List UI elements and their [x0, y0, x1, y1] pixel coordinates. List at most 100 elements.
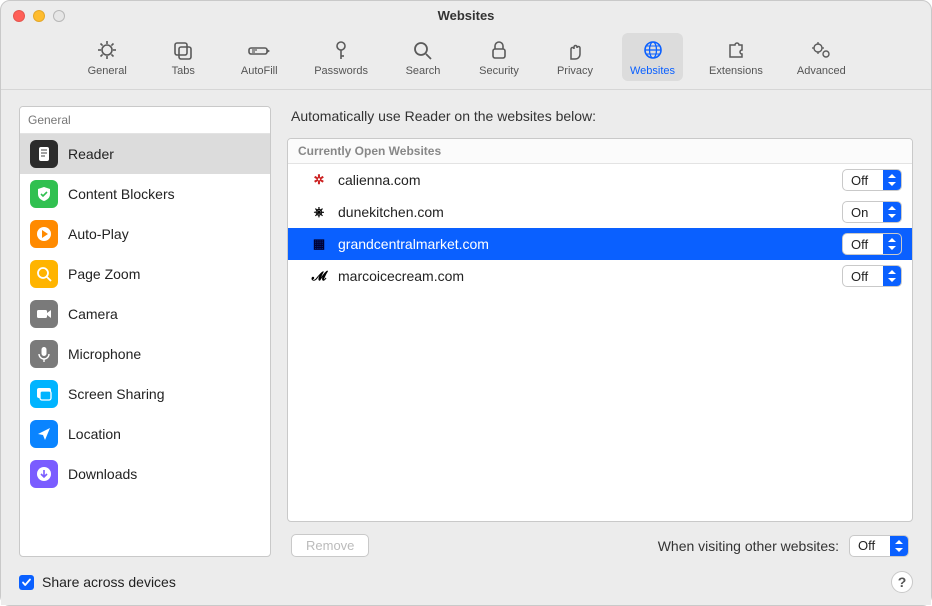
toolbar-websites-tab[interactable]: Websites — [622, 33, 683, 81]
toolbar-advanced-tab[interactable]: Advanced — [789, 33, 854, 81]
chevron-up-down-icon — [883, 170, 901, 190]
sidebar-item-location[interactable]: Location — [20, 414, 270, 454]
website-value: Off — [843, 173, 883, 188]
bottom-bar: Share across devices ? — [1, 567, 931, 605]
preferences-toolbar: General Tabs AutoFill Passwords Search S… — [1, 29, 931, 90]
sidebar-item-label: Microphone — [68, 346, 141, 362]
website-row[interactable]: 𝓜 marcoicecream.com Off — [288, 260, 912, 292]
website-name: calienna.com — [338, 172, 832, 188]
toolbar-tabs-tab[interactable]: Tabs — [154, 33, 212, 81]
zoom-window-button[interactable] — [53, 10, 65, 22]
preferences-window: Websites General Tabs AutoFill Passwords… — [0, 0, 932, 606]
toolbar-label: Tabs — [172, 65, 195, 77]
download-icon — [30, 460, 58, 488]
share-across-devices-checkbox[interactable] — [19, 575, 34, 590]
sidebar-item-autoplay[interactable]: Auto-Play — [20, 214, 270, 254]
website-row[interactable]: ▦ grandcentralmarket.com Off — [288, 228, 912, 260]
key-icon — [327, 37, 355, 63]
pen-icon — [245, 37, 273, 63]
titlebar: Websites — [1, 1, 931, 29]
traffic-lights — [13, 10, 65, 22]
minimize-window-button[interactable] — [33, 10, 45, 22]
favicon-icon: ⎈ — [310, 203, 328, 221]
toolbar-security-tab[interactable]: Security — [470, 33, 528, 81]
chevron-up-down-icon — [883, 266, 901, 286]
sidebar-section-header: General — [20, 107, 270, 134]
favicon-icon: ✲ — [310, 171, 328, 189]
doc-icon — [30, 140, 58, 168]
toolbar-label: Websites — [630, 65, 675, 77]
sidebar-item-label: Location — [68, 426, 121, 442]
close-window-button[interactable] — [13, 10, 25, 22]
shield-icon — [30, 180, 58, 208]
website-row[interactable]: ⎈ dunekitchen.com On — [288, 196, 912, 228]
sidebar-item-label: Auto-Play — [68, 226, 129, 242]
sidebar-item-label: Screen Sharing — [68, 386, 165, 402]
sidebar-item-label: Page Zoom — [68, 266, 140, 282]
toolbar-label: Advanced — [797, 65, 846, 77]
website-name: marcoicecream.com — [338, 268, 832, 284]
websites-list: Currently Open Websites ✲ calienna.com O… — [287, 138, 913, 522]
toolbar-passwords-tab[interactable]: Passwords — [306, 33, 376, 81]
remove-button[interactable]: Remove — [291, 534, 369, 557]
favicon-icon: ▦ — [310, 235, 328, 253]
chevron-up-down-icon — [883, 234, 901, 254]
main-footer: Remove When visiting other websites: Off — [287, 532, 913, 557]
website-value-select[interactable]: Off — [842, 169, 902, 191]
toolbar-label: Search — [406, 65, 441, 77]
chevron-up-down-icon — [883, 202, 901, 222]
favicon-icon: 𝓜 — [310, 267, 328, 285]
zoom-icon — [30, 260, 58, 288]
main-panel: Automatically use Reader on the websites… — [287, 106, 913, 557]
sidebar-item-zoom[interactable]: Page Zoom — [20, 254, 270, 294]
other-websites-select[interactable]: Off — [849, 535, 909, 557]
sidebar-item-screen[interactable]: Screen Sharing — [20, 374, 270, 414]
website-value: Off — [843, 237, 883, 252]
tabs-icon — [169, 37, 197, 63]
website-value-select[interactable]: Off — [842, 233, 902, 255]
window-title: Websites — [1, 8, 931, 23]
sidebar-item-downloads[interactable]: Downloads — [20, 454, 270, 494]
toolbar-label: Privacy — [557, 65, 593, 77]
toolbar-search-tab[interactable]: Search — [394, 33, 452, 81]
globe-icon — [639, 37, 667, 63]
sidebar-item-label: Reader — [68, 146, 114, 162]
screen-icon — [30, 380, 58, 408]
toolbar-label: Passwords — [314, 65, 368, 77]
website-row[interactable]: ✲ calienna.com Off — [288, 164, 912, 196]
sidebar-item-camera[interactable]: Camera — [20, 294, 270, 334]
website-name: dunekitchen.com — [338, 204, 832, 220]
toolbar-general-tab[interactable]: General — [78, 33, 136, 81]
toolbar-label: Extensions — [709, 65, 763, 77]
location-icon — [30, 420, 58, 448]
main-subtitle: Automatically use Reader on the websites… — [287, 106, 913, 128]
website-value-select[interactable]: Off — [842, 265, 902, 287]
toolbar-label: General — [88, 65, 127, 77]
website-value: Off — [843, 269, 883, 284]
share-across-devices-label: Share across devices — [42, 574, 176, 590]
sidebar: General Reader Content Blockers Auto-Pla… — [19, 106, 271, 557]
search-icon — [409, 37, 437, 63]
other-websites-label: When visiting other websites: — [658, 538, 839, 554]
hand-icon — [561, 37, 589, 63]
toolbar-privacy-tab[interactable]: Privacy — [546, 33, 604, 81]
toolbar-extensions-tab[interactable]: Extensions — [701, 33, 771, 81]
sidebar-item-label: Content Blockers — [68, 186, 175, 202]
sidebar-item-label: Camera — [68, 306, 118, 322]
sidebar-item-blockers[interactable]: Content Blockers — [20, 174, 270, 214]
gear-icon — [93, 37, 121, 63]
content-area: General Reader Content Blockers Auto-Pla… — [1, 90, 931, 567]
help-button[interactable]: ? — [891, 571, 913, 593]
sidebar-item-label: Downloads — [68, 466, 137, 482]
play-icon — [30, 220, 58, 248]
toolbar-autofill-tab[interactable]: AutoFill — [230, 33, 288, 81]
other-websites-value: Off — [850, 538, 890, 553]
website-value: On — [843, 205, 883, 220]
website-value-select[interactable]: On — [842, 201, 902, 223]
sidebar-item-reader[interactable]: Reader — [20, 134, 270, 174]
lock-icon — [485, 37, 513, 63]
sidebar-item-mic[interactable]: Microphone — [20, 334, 270, 374]
gears-icon — [807, 37, 835, 63]
mic-icon — [30, 340, 58, 368]
website-name: grandcentralmarket.com — [338, 236, 832, 252]
